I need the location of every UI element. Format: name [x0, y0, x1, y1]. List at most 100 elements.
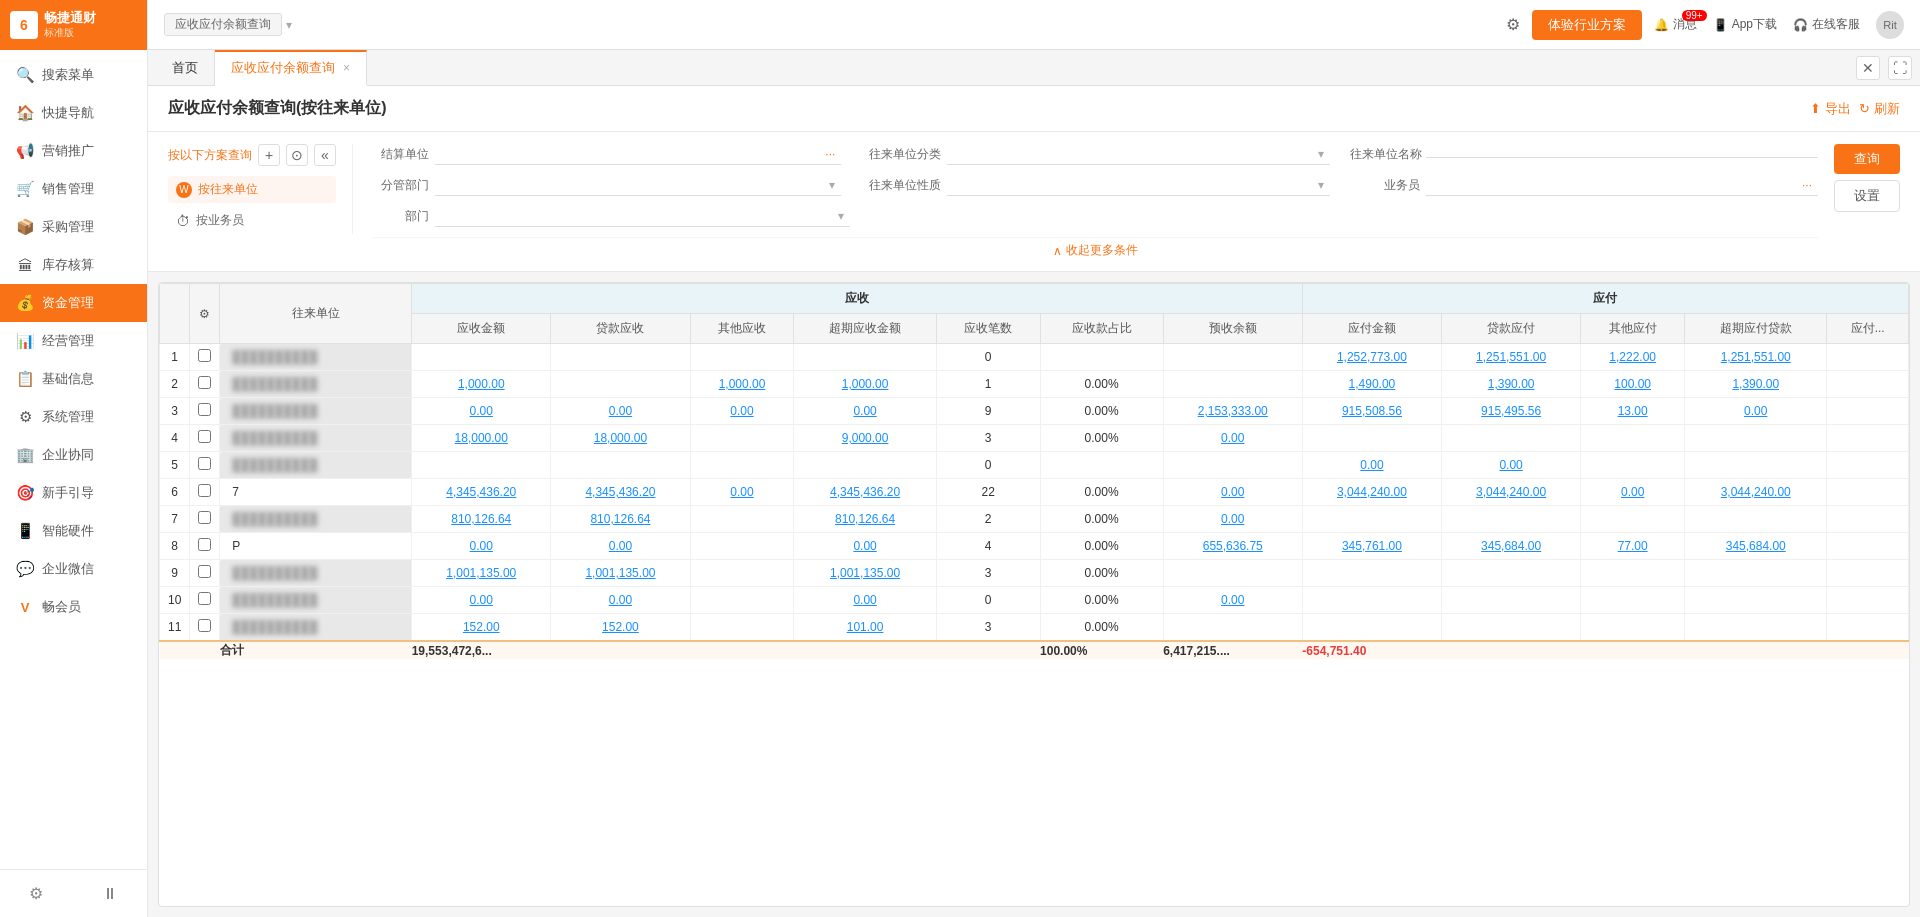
sidebar-item-basic-info[interactable]: 📋 基础信息	[0, 360, 147, 398]
row-checkbox[interactable]	[190, 587, 220, 614]
row-pay_amount[interactable]: 1,490.00	[1302, 371, 1441, 398]
row-checkbox[interactable]	[190, 479, 220, 506]
col-settings-header[interactable]: ⚙	[190, 284, 220, 344]
filter-collapse-button[interactable]: «	[314, 144, 336, 166]
row-recv_amount[interactable]: 4,345,436.20	[412, 479, 551, 506]
filter-settings-button[interactable]: ⊙	[286, 144, 308, 166]
query-button[interactable]: 查询	[1834, 144, 1900, 174]
row-overdue_pay[interactable]: 3,044,240.00	[1685, 479, 1827, 506]
row-overdue_pay[interactable]: 345,684.00	[1685, 533, 1827, 560]
row-recv_amount[interactable]: 0.00	[412, 398, 551, 425]
row-loan_recv[interactable]: 18,000.00	[551, 425, 690, 452]
row-checkbox[interactable]	[190, 371, 220, 398]
row-loan_pay[interactable]: 345,684.00	[1442, 533, 1581, 560]
row-pay_amount[interactable]: 3,044,240.00	[1302, 479, 1441, 506]
download-button[interactable]: 📱 App下载	[1713, 16, 1777, 33]
row-checkbox[interactable]	[190, 344, 220, 371]
row-overdue_recv[interactable]: 810,126.64	[794, 506, 936, 533]
row-overdue_pay[interactable]: 1,251,551.00	[1685, 344, 1827, 371]
tab-close-icon[interactable]: ×	[343, 61, 350, 75]
row-overdue_recv[interactable]: 101.00	[794, 614, 936, 642]
row-prepay_balance[interactable]: 655,636.75	[1163, 533, 1302, 560]
partner-name-input[interactable]	[1426, 151, 1818, 158]
row-overdue_recv[interactable]: 4,345,436.20	[794, 479, 936, 506]
row-loan_pay[interactable]: 1,390.00	[1442, 371, 1581, 398]
row-overdue_recv[interactable]: 0.00	[794, 533, 936, 560]
settings-button[interactable]: 设置	[1834, 180, 1900, 212]
sidebar-collapse-button[interactable]: ⏸	[92, 879, 128, 909]
row-loan_pay[interactable]: 3,044,240.00	[1442, 479, 1581, 506]
row-recv_amount[interactable]: 152.00	[412, 614, 551, 642]
sidebar-item-inventory[interactable]: 🏛 库存核算	[0, 246, 147, 284]
sidebar-item-finance[interactable]: 💰 资金管理	[0, 284, 147, 322]
tab-fullscreen-button[interactable]: ⛶	[1888, 56, 1912, 80]
sidebar-item-member[interactable]: V 畅会员	[0, 588, 147, 626]
row-overdue_pay[interactable]: 1,390.00	[1685, 371, 1827, 398]
row-checkbox[interactable]	[190, 425, 220, 452]
row-prepay_balance[interactable]: 0.00	[1163, 479, 1302, 506]
collapse-more-button[interactable]: ∧ 收起更多条件	[373, 237, 1818, 263]
footer-recv-amount[interactable]: 19,553,472,6...	[412, 641, 551, 659]
row-recv_amount[interactable]: 1,000.00	[412, 371, 551, 398]
table-settings-icon[interactable]: ⚙	[199, 307, 210, 321]
filter-nav-item-partner[interactable]: W 按往来单位	[168, 176, 336, 203]
row-other_recv[interactable]: 1,000.00	[690, 371, 794, 398]
sidebar-item-sales[interactable]: 🛒 销售管理	[0, 170, 147, 208]
sidebar-item-quick-nav[interactable]: 🏠 快捷导航	[0, 94, 147, 132]
settlement-unit-input[interactable]: ···	[435, 144, 841, 165]
department-input[interactable]: ▾	[435, 206, 850, 227]
row-other_pay[interactable]: 100.00	[1581, 371, 1685, 398]
sidebar-item-guide[interactable]: 🎯 新手引导	[0, 474, 147, 512]
user-avatar[interactable]: Rit	[1876, 11, 1904, 39]
row-recv_amount[interactable]: 1,001,135.00	[412, 560, 551, 587]
row-prepay_balance[interactable]: 0.00	[1163, 425, 1302, 452]
row-prepay_balance[interactable]: 0.00	[1163, 587, 1302, 614]
notification-button[interactable]: 🔔 消息 99+	[1654, 16, 1697, 33]
row-pay_amount[interactable]: 915,508.56	[1302, 398, 1441, 425]
row-recv_amount[interactable]: 810,126.64	[412, 506, 551, 533]
row-other_recv[interactable]: 0.00	[690, 398, 794, 425]
sidebar-item-marketing[interactable]: 📢 营销推广	[0, 132, 147, 170]
row-checkbox[interactable]	[190, 560, 220, 587]
row-loan_recv[interactable]: 4,345,436.20	[551, 479, 690, 506]
row-other_pay[interactable]: 13.00	[1581, 398, 1685, 425]
row-checkbox[interactable]	[190, 506, 220, 533]
row-loan_pay[interactable]: 1,251,551.00	[1442, 344, 1581, 371]
partner-category-input[interactable]: ▾	[947, 144, 1329, 165]
row-loan_recv[interactable]: 0.00	[551, 398, 690, 425]
sidebar-settings-button[interactable]: ⚙	[19, 878, 53, 909]
row-loan_recv[interactable]: 1,001,135.00	[551, 560, 690, 587]
row-pay_amount[interactable]: 1,252,773.00	[1302, 344, 1441, 371]
sidebar-item-enterprise[interactable]: 🏢 企业协同	[0, 436, 147, 474]
sidebar-item-hardware[interactable]: 📱 智能硬件	[0, 512, 147, 550]
row-overdue_recv[interactable]: 1,001,135.00	[794, 560, 936, 587]
row-recv_amount[interactable]: 0.00	[412, 587, 551, 614]
salesman-input[interactable]: ···	[1426, 175, 1818, 196]
row-checkbox[interactable]	[190, 398, 220, 425]
sidebar-item-purchase[interactable]: 📦 采购管理	[0, 208, 147, 246]
header-gear-icon[interactable]: ⚙	[1506, 15, 1520, 34]
row-pay_amount[interactable]: 0.00	[1302, 452, 1441, 479]
breadcrumb-chevron-icon[interactable]: ▾	[286, 18, 292, 32]
export-button[interactable]: ⬆ 导出	[1810, 100, 1851, 118]
row-loan_recv[interactable]: 0.00	[551, 533, 690, 560]
sidebar-item-search-menu[interactable]: 🔍 搜索菜单	[0, 56, 147, 94]
row-overdue_pay[interactable]: 0.00	[1685, 398, 1827, 425]
row-other_recv[interactable]: 0.00	[690, 479, 794, 506]
tab-close-button[interactable]: ✕	[1856, 56, 1880, 80]
row-prepay_balance[interactable]: 2,153,333.00	[1163, 398, 1302, 425]
row-checkbox[interactable]	[190, 533, 220, 560]
row-loan_pay[interactable]: 915,495.56	[1442, 398, 1581, 425]
row-loan_recv[interactable]: 152.00	[551, 614, 690, 642]
sidebar-item-system[interactable]: ⚙ 系统管理	[0, 398, 147, 436]
row-loan_recv[interactable]: 0.00	[551, 587, 690, 614]
filter-nav-item-salesman[interactable]: ⏱ 按业务员	[168, 207, 336, 234]
row-overdue_recv[interactable]: 1,000.00	[794, 371, 936, 398]
row-loan_pay[interactable]: 0.00	[1442, 452, 1581, 479]
row-recv_amount[interactable]: 0.00	[412, 533, 551, 560]
row-overdue_recv[interactable]: 0.00	[794, 398, 936, 425]
row-checkbox[interactable]	[190, 614, 220, 642]
row-recv_amount[interactable]: 18,000.00	[412, 425, 551, 452]
row-prepay_balance[interactable]: 0.00	[1163, 506, 1302, 533]
row-other_pay[interactable]: 77.00	[1581, 533, 1685, 560]
